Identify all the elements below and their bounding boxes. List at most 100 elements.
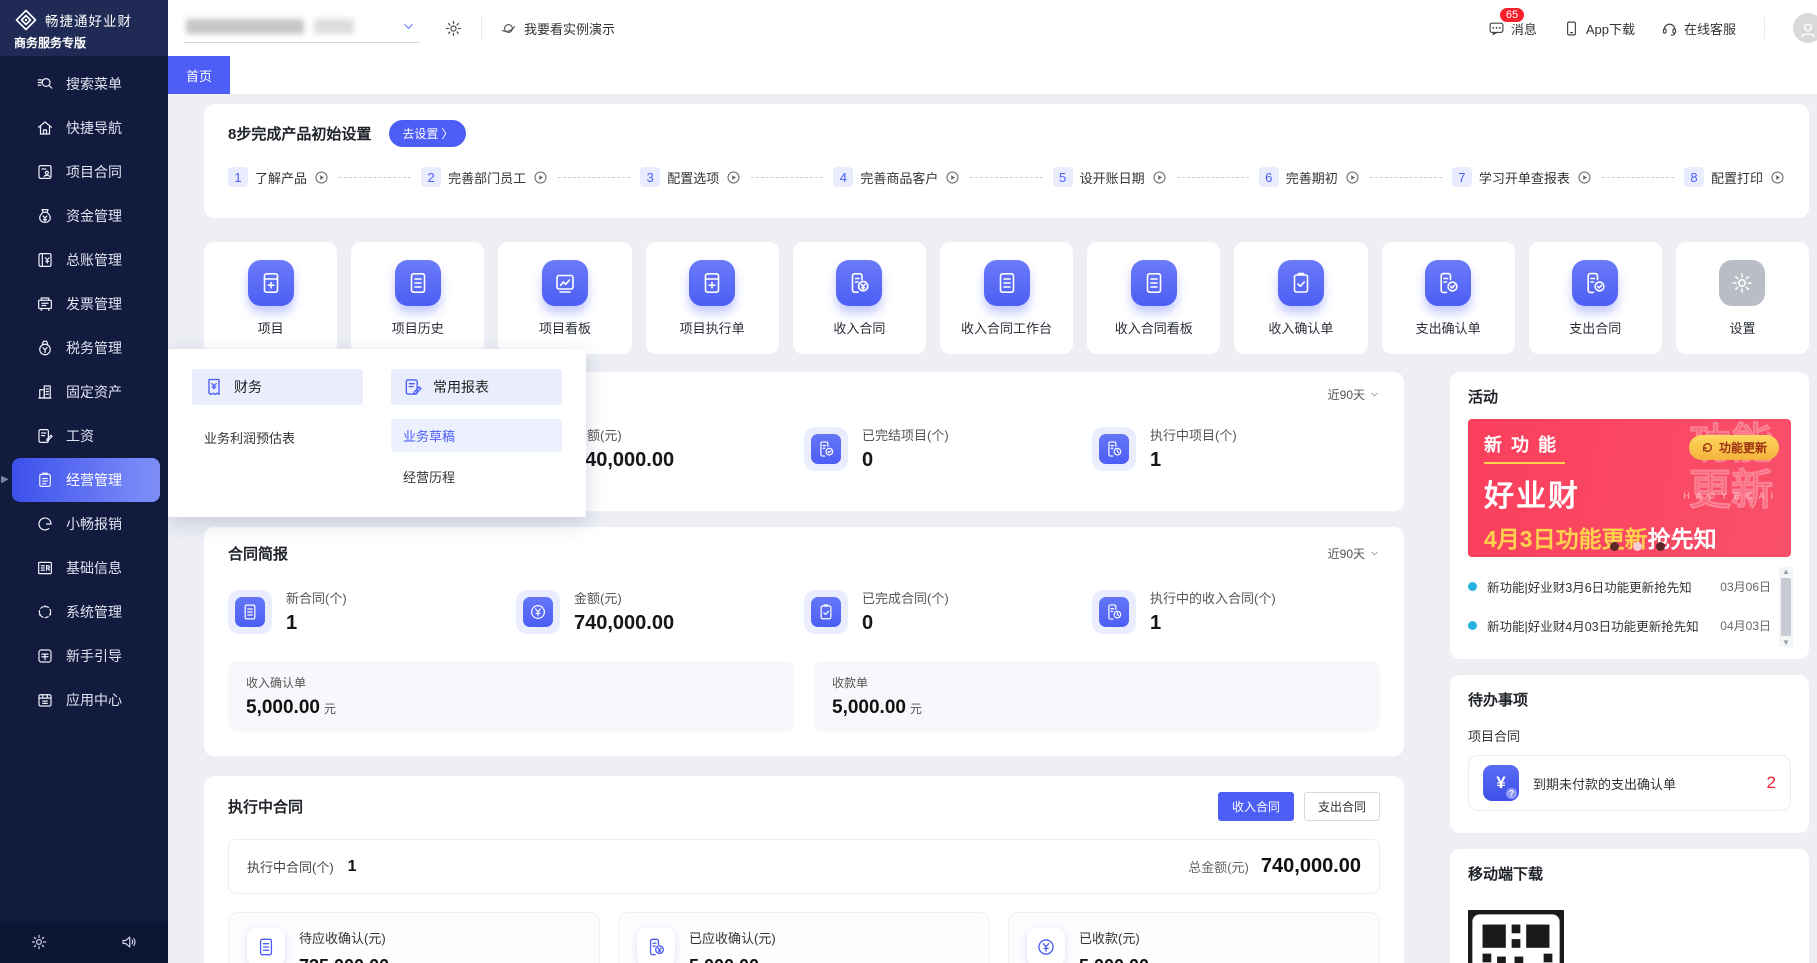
tile-income-contract-board[interactable]: 收入合同看板	[1087, 242, 1221, 354]
document-lines-icon	[983, 259, 1030, 306]
base-info-icon	[36, 559, 54, 577]
tile-project[interactable]: 项目	[204, 242, 338, 354]
business-management-flyout: 财务 业务利润预估表 常用报表 业务草稿 经营历程	[168, 349, 586, 517]
online-service-label: 在线客服	[1683, 21, 1736, 37]
sidebar-item-general-ledger[interactable]: 总账管理	[12, 238, 160, 282]
tile-expense-contract[interactable]: 支出合同	[1528, 242, 1662, 354]
news-text: 新功能|好业财4月03日功能更新抢先知	[1487, 620, 1699, 634]
tab-home[interactable]: 首页	[168, 56, 230, 94]
play-video-icon[interactable]	[533, 170, 548, 185]
sidebar-collapse-arrow[interactable]: ▶	[1, 474, 9, 485]
sidebar-item-tax[interactable]: 税务管理	[12, 326, 160, 370]
feature-update-badge[interactable]: 功能更新	[1688, 435, 1779, 460]
step-label: 配置打印	[1710, 170, 1763, 186]
sidebar-item-expense[interactable]: 小畅报销	[12, 502, 160, 546]
tile-income-contract[interactable]: 收入合同	[792, 242, 926, 354]
setup-step: 6 完善期初	[1258, 167, 1360, 187]
scroll-down-arrow[interactable]: ▼	[1782, 638, 1790, 647]
play-video-icon[interactable]	[1577, 170, 1592, 185]
yen-badge-icon: ¥?	[1483, 765, 1519, 801]
subcard-label: 收入确认单	[246, 676, 307, 690]
sidebar-item-fixed-assets[interactable]: 固定资产	[12, 370, 160, 414]
go-setup-button[interactable]: 去设置〉	[389, 120, 467, 147]
sidebar-item-invoice[interactable]: 发票管理	[12, 282, 160, 326]
play-video-icon[interactable]	[726, 170, 741, 185]
activity-card: 活动 功能更新 新功能 好业财 4月3日功能更新抢先知 功能更新 H A O Y…	[1450, 372, 1809, 659]
document-check-icon	[1572, 259, 1619, 306]
flyout-item-business-draft[interactable]: 业务草稿	[391, 419, 562, 452]
step-connector	[1369, 176, 1442, 178]
messages-button[interactable]: 消息 65	[1488, 5, 1537, 38]
divider	[481, 17, 482, 39]
quick-action-tiles: 项目 项目历史 项目看板 项目执行单 收入合同 收入合同工作台 收入合同看板 收…	[204, 242, 1810, 354]
tile-project-history[interactable]: 项目历史	[351, 242, 485, 354]
chart-board-icon	[541, 259, 588, 306]
sidebar-item-funds[interactable]: 资金管理	[12, 194, 160, 238]
confirmed-receivable-card: 已应收确认(元)5,000.00	[618, 912, 990, 963]
sidebar-item-system[interactable]: 系统管理	[12, 590, 160, 634]
calculator-plus-icon	[689, 259, 736, 306]
flyout-item-business-history[interactable]: 经营历程	[391, 460, 562, 493]
tile-income-contract-workbench[interactable]: 收入合同工作台	[939, 242, 1074, 354]
tile-project-board[interactable]: 项目看板	[498, 242, 632, 354]
todo-title: 待办事项	[1468, 692, 1529, 709]
setup-step: 7 学习开单查报表	[1451, 167, 1592, 187]
todo-group-label: 项目合同	[1468, 729, 1521, 744]
project-range-selector[interactable]: 近90天	[1328, 386, 1380, 403]
step-label: 配置选项	[667, 170, 720, 186]
app-download-button[interactable]: App下载	[1563, 19, 1635, 38]
tile-project-execution[interactable]: 项目执行单	[645, 242, 779, 354]
step-number: 5	[1052, 167, 1073, 187]
step-connector	[558, 176, 631, 178]
invoice-icon	[36, 295, 54, 313]
tile-label: 项目	[257, 320, 284, 336]
sidebar-item-business-management[interactable]: 经营管理	[12, 458, 160, 502]
sidebar-item-quick-nav[interactable]: 快捷导航	[12, 106, 160, 150]
receipt-subcard[interactable]: 收款单 5,000.00 元	[814, 661, 1380, 732]
promo-banner[interactable]: 功能更新 新功能 好业财 4月3日功能更新抢先知 功能更新 H A O Y E …	[1468, 419, 1791, 557]
sidebar-item-app-center[interactable]: 应用中心	[12, 678, 160, 722]
user-avatar[interactable]	[1793, 13, 1817, 43]
account-settings-gear-icon[interactable]	[444, 19, 463, 38]
contract-brief-card: 合同简报 近90天 新合同(个) 1 金额(元) 740,000.00 已完成合同(…	[204, 527, 1404, 756]
activity-title: 活动	[1468, 389, 1499, 406]
tile-settings[interactable]: 设置	[1675, 242, 1810, 354]
income-confirmation-subcard[interactable]: 收入确认单 5,000.00 元	[228, 661, 794, 732]
company-selector[interactable]	[184, 13, 420, 43]
sidebar-item-search-menu[interactable]: 搜索菜单	[12, 62, 160, 106]
play-video-icon[interactable]	[1770, 170, 1785, 185]
headset-icon	[1661, 20, 1678, 37]
running-summary-row: 执行中合同(个) 1 总金额(元) 740,000.00	[228, 839, 1380, 894]
news-scrollbar[interactable]: ▲ ▼	[1779, 567, 1793, 647]
check-square-icon	[804, 589, 848, 634]
scroll-up-arrow[interactable]: ▲	[1782, 567, 1790, 576]
play-video-icon[interactable]	[945, 170, 960, 185]
sidebar-item-project-contract[interactable]: 项目合同	[12, 150, 160, 194]
tile-income-confirmation[interactable]: 收入确认单	[1234, 242, 1368, 354]
tile-label: 收入合同	[833, 320, 886, 336]
pending-receivable-card: 待应收确认(元)735,000.00	[228, 912, 600, 963]
sidebar-item-salary[interactable]: 工资	[12, 414, 160, 458]
play-video-icon[interactable]	[314, 170, 329, 185]
demo-link[interactable]: 我要看实例演示	[500, 19, 615, 38]
news-item[interactable]: 新功能|好业财4月03日功能更新抢先知 04月03日	[1468, 606, 1771, 645]
income-contract-button[interactable]: 收入合同	[1217, 792, 1294, 821]
scrollbar-thumb[interactable]	[1781, 578, 1791, 636]
contract-range-selector[interactable]: 近90天	[1328, 545, 1380, 562]
tile-expense-confirmation[interactable]: 支出确认单	[1381, 242, 1515, 354]
todo-item[interactable]: ¥? 到期未付款的支出确认单 2	[1468, 755, 1791, 811]
settings-gear-icon[interactable]	[30, 933, 48, 951]
sidebar-item-beginner-guide[interactable]: 新手引导	[12, 634, 160, 678]
tile-label: 项目历史	[391, 320, 444, 336]
play-video-icon[interactable]	[1345, 170, 1360, 185]
receipt-icon	[204, 377, 224, 397]
expense-contract-button[interactable]: 支出合同	[1303, 792, 1380, 821]
play-video-icon[interactable]	[1152, 170, 1167, 185]
news-item[interactable]: 新功能|好业财3月6日功能更新抢先知 03月06日	[1468, 567, 1771, 606]
online-service-button[interactable]: 在线客服	[1661, 19, 1736, 38]
flyout-column-title: 常用报表	[433, 379, 489, 395]
announcement-volume-icon[interactable]	[120, 933, 138, 951]
flyout-item-profit-estimate[interactable]: 业务利润预估表	[192, 421, 363, 454]
tile-label: 收入合同工作台	[961, 320, 1053, 336]
sidebar-item-base-info[interactable]: 基础信息	[12, 546, 160, 590]
